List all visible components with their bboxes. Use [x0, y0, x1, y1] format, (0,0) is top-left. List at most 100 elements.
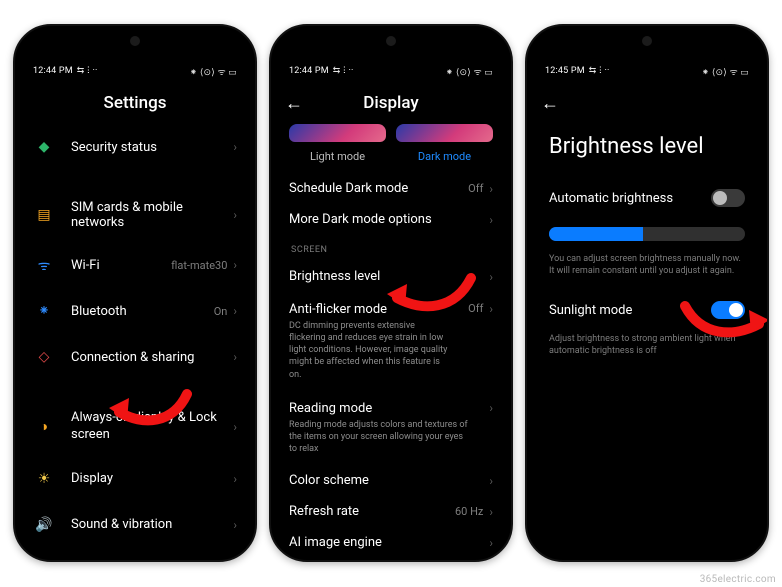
row-label: SIM cards & mobile networks	[71, 200, 233, 230]
row-more-dark-options[interactable]: More Dark mode options ›	[271, 204, 511, 235]
chevron-right-icon: ›	[233, 140, 237, 154]
shield-icon: ◆	[33, 139, 55, 155]
page-title: Brightness level	[527, 124, 767, 177]
row-subtext: Reading mode adjusts colors and textures…	[289, 419, 489, 455]
watermark: 365electric.com	[700, 574, 776, 585]
chevron-right-icon: ›	[233, 518, 237, 532]
sun-icon: ☀	[33, 471, 55, 487]
chevron-right-icon: ›	[489, 302, 493, 316]
wifi-icon: ᯤ	[33, 256, 55, 275]
sim-icon: ▤	[33, 207, 55, 223]
chevron-right-icon: ›	[233, 208, 237, 222]
row-label: Sunlight mode	[549, 303, 632, 318]
row-label: Color scheme	[289, 473, 489, 488]
brightness-slider-fill	[549, 227, 643, 241]
phone-settings: 12:44 PM ⇆ ⵗ ·· ⁕ ⟨⊙⟩ ᯤ ▭ Settings ◆ Sec…	[13, 24, 257, 562]
camera-notch	[130, 36, 140, 46]
row-label: Brightness level	[289, 269, 489, 284]
row-always-on-display[interactable]: ◑ Always-on display & Lock screen ›	[15, 398, 255, 456]
speaker-icon: 🔊	[33, 517, 55, 533]
status-right-icons: ⁕ ⟨⊙⟩ ᯤ ▭	[190, 65, 237, 78]
theme-mode-selector: Light mode Dark mode	[271, 124, 511, 173]
header: ←	[527, 82, 767, 124]
row-label: Anti-flicker mode	[289, 302, 468, 317]
row-value: 60 Hz	[455, 505, 483, 518]
row-label: Reading mode	[289, 401, 489, 416]
status-right-icons: ⁕ ⟨⊙⟩ ᯤ ▭	[446, 65, 493, 78]
row-connection-sharing[interactable]: ◇ Connection & sharing ›	[15, 334, 255, 380]
row-label: Refresh rate	[289, 504, 455, 519]
chevron-right-icon: ›	[233, 258, 237, 272]
row-subtext: DC dimming prevents extensive flickering…	[289, 320, 468, 381]
row-label: Wi-Fi	[71, 258, 171, 273]
chevron-right-icon: ›	[233, 420, 237, 434]
row-security-status[interactable]: ◆ Security status ›	[15, 124, 255, 170]
row-label: Connection & sharing	[71, 350, 233, 365]
status-time: 12:45 PM	[545, 66, 585, 76]
row-reading-mode[interactable]: Reading mode Reading mode adjusts colors…	[271, 391, 511, 465]
row-display[interactable]: ☀ Display ›	[15, 456, 255, 502]
dark-mode-label: Dark mode	[396, 142, 493, 169]
header: Settings	[15, 82, 255, 124]
row-wifi[interactable]: ᯤ Wi-Fi flat-mate30 ›	[15, 242, 255, 288]
brightness-slider[interactable]	[549, 227, 745, 241]
light-mode-option[interactable]: Light mode	[289, 124, 386, 169]
row-label: More Dark mode options	[289, 212, 489, 227]
dark-mode-preview	[396, 124, 493, 142]
status-bar: 12:44 PM ⇆ ⵗ ·· ⁕ ⟨⊙⟩ ᯤ ▭	[15, 54, 255, 82]
chevron-right-icon: ›	[233, 472, 237, 486]
header: ← Display	[271, 82, 511, 124]
chevron-right-icon: ›	[489, 536, 493, 550]
page-title: Settings	[15, 93, 255, 113]
section-screen-label: SCREEN	[271, 235, 511, 261]
row-label: Sound & vibration	[71, 517, 233, 532]
camera-notch	[642, 36, 652, 46]
row-ai-image-engine[interactable]: AI image engine ›	[271, 527, 511, 558]
phone-brightness: 12:45 PM ⇆ ⵗ ·· ⁕ ⟨⊙⟩ ᯤ ▭ ← Brightness l…	[525, 24, 769, 562]
row-sunlight-mode[interactable]: Sunlight mode	[527, 289, 767, 331]
sunlight-note: Adjust brightness to strong ambient ligh…	[527, 331, 767, 369]
light-mode-label: Light mode	[289, 142, 386, 169]
back-button[interactable]: ←	[541, 93, 565, 114]
row-auto-brightness[interactable]: Automatic brightness	[527, 177, 767, 219]
row-bluetooth[interactable]: ⁕ Bluetooth On ›	[15, 288, 255, 334]
chevron-right-icon: ›	[489, 505, 493, 519]
settings-list[interactable]: ◆ Security status › ▤ SIM cards & mobile…	[15, 124, 255, 562]
chevron-right-icon: ›	[489, 182, 493, 196]
brightness-note: You can adjust screen brightness manuall…	[527, 251, 767, 289]
chevron-right-icon: ›	[233, 304, 237, 318]
share-icon: ◇	[33, 349, 55, 365]
row-label: Display	[71, 471, 233, 486]
chevron-right-icon: ›	[489, 474, 493, 488]
row-brightness-level[interactable]: Brightness level ›	[271, 261, 511, 292]
lock-icon: ◑	[33, 418, 55, 435]
row-value: Off	[468, 302, 483, 315]
status-time: 12:44 PM	[33, 66, 73, 76]
row-refresh-rate[interactable]: Refresh rate 60 Hz ›	[271, 496, 511, 527]
status-time: 12:44 PM	[289, 66, 329, 76]
row-label: Bluetooth	[71, 304, 214, 319]
row-color-scheme[interactable]: Color scheme ›	[271, 465, 511, 496]
row-label: Always-on display & Lock screen	[71, 410, 233, 444]
chevron-right-icon: ›	[489, 270, 493, 284]
camera-notch	[386, 36, 396, 46]
status-right-icons: ⁕ ⟨⊙⟩ ᯤ ▭	[702, 65, 749, 78]
toggle-sunlight-mode[interactable]	[711, 301, 745, 319]
row-label: Schedule Dark mode	[289, 181, 468, 196]
status-bar: 12:45 PM ⇆ ⵗ ·· ⁕ ⟨⊙⟩ ᯤ ▭	[527, 54, 767, 82]
chevron-right-icon: ›	[489, 213, 493, 227]
dark-mode-option[interactable]: Dark mode	[396, 124, 493, 169]
row-label: Notifications & Control center	[71, 560, 233, 562]
bluetooth-icon: ⁕	[33, 303, 55, 319]
row-schedule-dark-mode[interactable]: Schedule Dark mode Off ›	[271, 173, 511, 204]
row-sim-cards[interactable]: ▤ SIM cards & mobile networks ›	[15, 188, 255, 242]
light-mode-preview	[289, 124, 386, 142]
chevron-right-icon: ›	[489, 401, 493, 415]
row-sound-vibration[interactable]: 🔊 Sound & vibration ›	[15, 502, 255, 548]
chevron-right-icon: ›	[233, 350, 237, 364]
row-label: AI image engine	[289, 535, 489, 550]
row-anti-flicker[interactable]: Anti-flicker mode DC dimming prevents ex…	[271, 292, 511, 391]
row-notifications[interactable]: ▣ Notifications & Control center ›	[15, 548, 255, 562]
toggle-auto-brightness[interactable]	[711, 189, 745, 207]
row-label: Security status	[71, 140, 233, 155]
